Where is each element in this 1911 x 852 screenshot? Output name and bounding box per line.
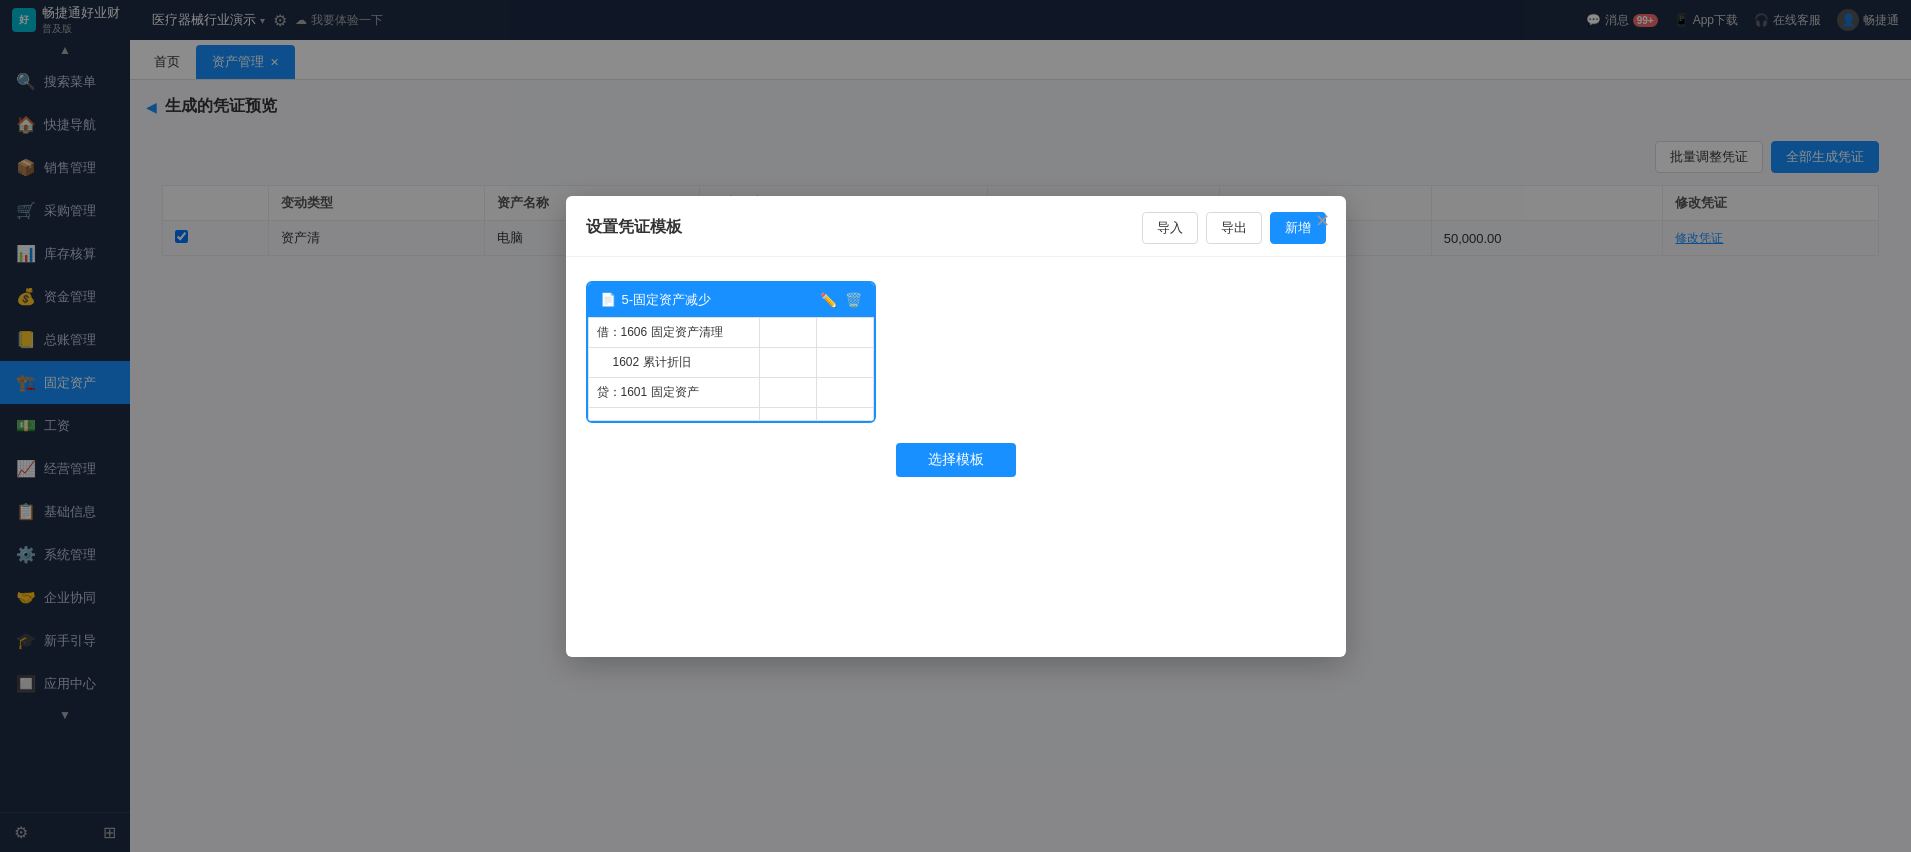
template-edit-icon[interactable]: ✏️ [820,292,837,308]
template-credit1-col2 [759,377,816,407]
template-empty-col3 [816,407,873,420]
template-card-body: 借：1606 固定资产清理 1602 累计折旧 贷：1601 固定资产 [588,317,874,421]
template-card-header: 📄 5-固定资产减少 ✏️ 🗑️ [588,283,874,317]
dialog-header: 设置凭证模板 导入 导出 新增 ✕ [566,196,1346,257]
template-credit1-col3 [816,377,873,407]
import-button[interactable]: 导入 [1142,212,1198,244]
template-debit1-col3 [816,317,873,347]
modal-overlay: 设置凭证模板 导入 导出 新增 ✕ 📄 5-固定资产减少 ✏️ 🗑️ [0,0,1911,852]
dialog-body: 📄 5-固定资产减少 ✏️ 🗑️ 借：1606 固定资产清理 [566,257,1346,657]
template-row: 贷：1601 固定资产 [588,377,873,407]
export-button[interactable]: 导出 [1206,212,1262,244]
template-row: 1602 累计折旧 [588,347,873,377]
template-doc-icon: 📄 [600,292,616,307]
dialog-actions: 导入 导出 新增 [1142,212,1326,244]
dialog-close-button[interactable]: ✕ [1315,210,1330,232]
template-delete-icon[interactable]: 🗑️ [845,292,862,308]
template-dialog: 设置凭证模板 导入 导出 新增 ✕ 📄 5-固定资产减少 ✏️ 🗑️ [566,196,1346,657]
select-template-button[interactable]: 选择模板 [896,443,1016,477]
template-row [588,407,873,420]
template-empty [588,407,759,420]
template-name: 5-固定资产减少 [622,291,712,309]
template-credit1: 贷：1601 固定资产 [588,377,759,407]
template-debit2-col2 [759,347,816,377]
template-header-actions: ✏️ 🗑️ [820,292,862,308]
template-debit2: 1602 累计折旧 [588,347,759,377]
template-empty-col2 [759,407,816,420]
template-header-left: 📄 5-固定资产减少 [600,291,712,309]
template-card: 📄 5-固定资产减少 ✏️ 🗑️ 借：1606 固定资产清理 [586,281,876,423]
template-debit1-col2 [759,317,816,347]
template-table: 借：1606 固定资产清理 1602 累计折旧 贷：1601 固定资产 [588,317,874,421]
template-debit2-col3 [816,347,873,377]
dialog-title: 设置凭证模板 [586,217,682,238]
template-row: 借：1606 固定资产清理 [588,317,873,347]
template-debit1: 借：1606 固定资产清理 [588,317,759,347]
